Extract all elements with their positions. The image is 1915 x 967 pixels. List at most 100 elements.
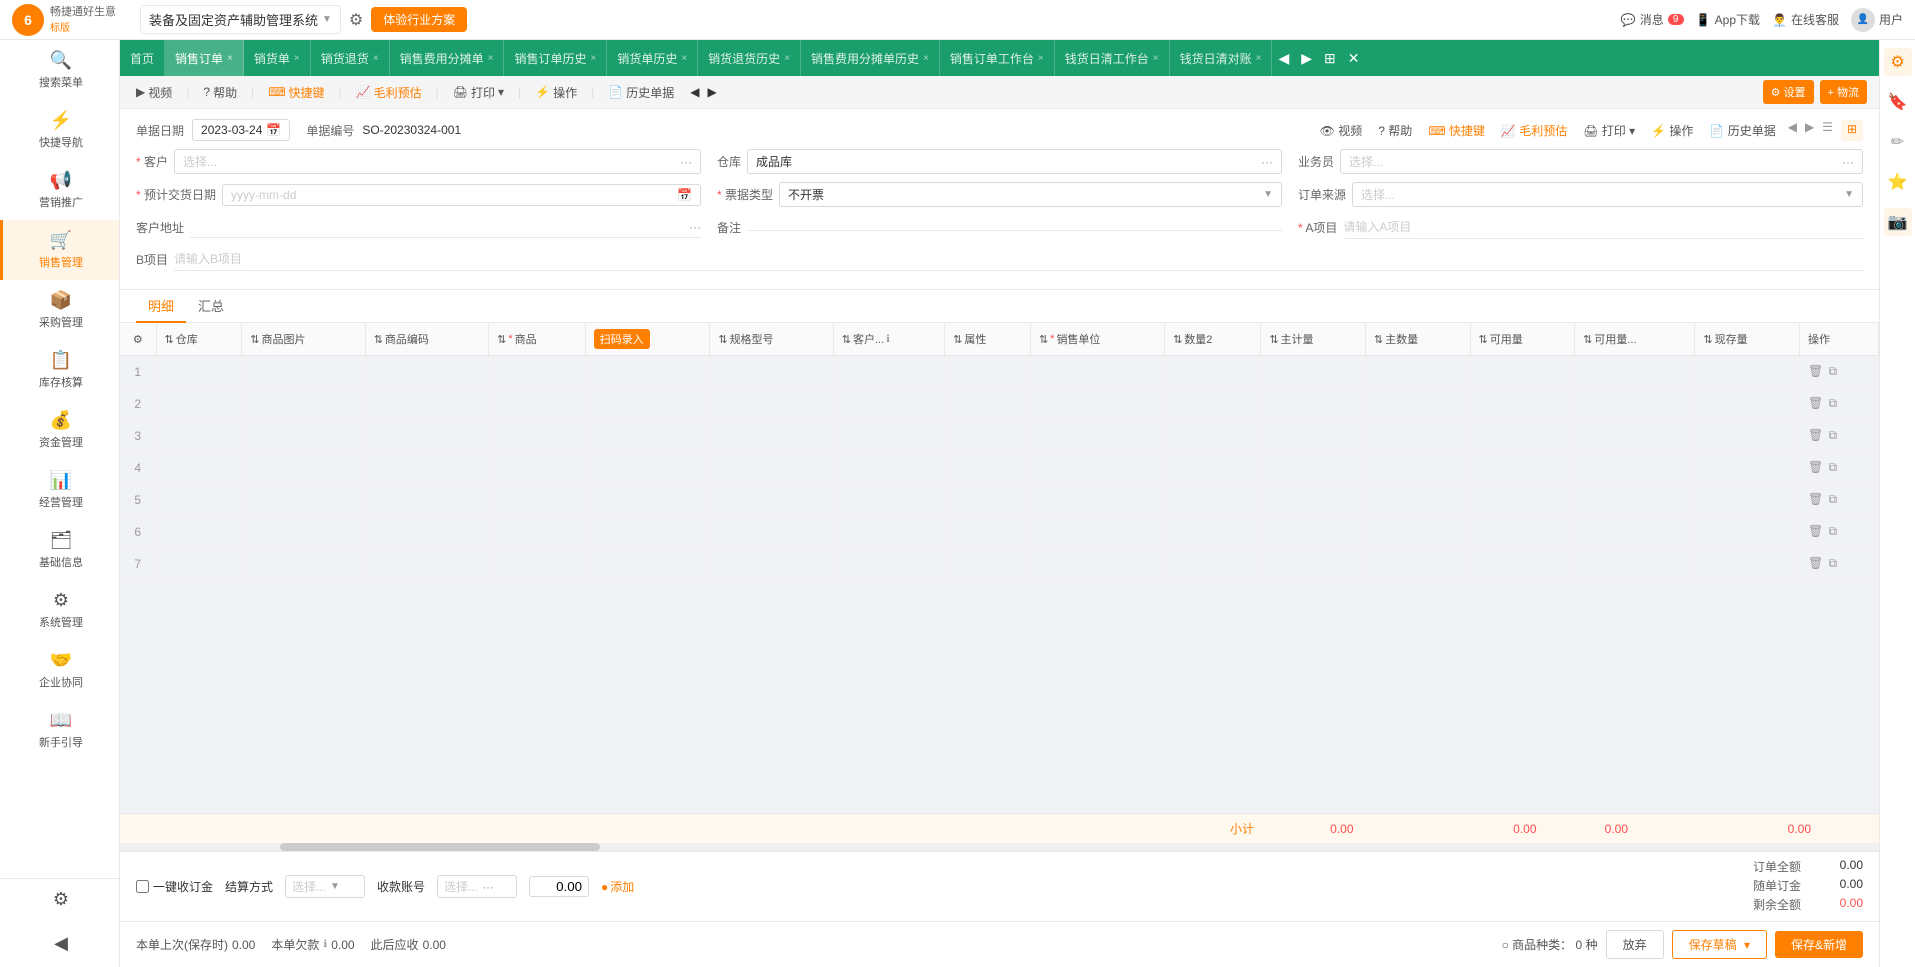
online-service-btn[interactable]: 👨‍💼 在线客服	[1772, 11, 1839, 28]
tab-close-icon[interactable]: ×	[590, 53, 596, 64]
row-product-2[interactable]	[489, 388, 586, 420]
delete-row-icon[interactable]: 🗑	[1808, 460, 1823, 474]
hist-icon-btn[interactable]: 📄 历史单据	[1705, 120, 1779, 141]
settings-icon[interactable]: ⚙	[349, 10, 363, 30]
row-mainqty-3[interactable]	[1365, 420, 1470, 452]
row-custcode-5[interactable]	[833, 484, 944, 516]
sidebar-item-inventory[interactable]: 📋 库存核算	[0, 340, 119, 400]
sidebar-item-quick-nav[interactable]: ⚡ 快捷导航	[0, 100, 119, 160]
shortcut-btn[interactable]: ⌨ 快捷键	[264, 82, 328, 103]
tab-cash-workbench[interactable]: 钱货日清工作台 ×	[1055, 40, 1170, 76]
view-btn[interactable]: ▶ 视频	[132, 82, 176, 103]
row-code-3[interactable]	[365, 420, 488, 452]
row-mainqty-6[interactable]	[1365, 516, 1470, 548]
settings-floating-btn[interactable]: ⚙ 设置	[1763, 80, 1814, 104]
row-custcode-6[interactable]	[833, 516, 944, 548]
row-product-1[interactable]	[489, 356, 586, 388]
address-input[interactable]: ···	[190, 217, 701, 238]
sidebar-item-marketing[interactable]: 📢 营销推广	[0, 160, 119, 220]
draft-btn[interactable]: 保存草稿 ▾	[1672, 930, 1767, 959]
copy-row-icon[interactable]: ⧉	[1829, 492, 1838, 506]
date-input-wrapper[interactable]: 2023-03-24 📅	[192, 119, 290, 141]
row-code-2[interactable]	[365, 388, 488, 420]
tab-close-icon[interactable]: ×	[227, 53, 233, 64]
discard-btn[interactable]: 放弃	[1606, 930, 1664, 959]
row-spec-4[interactable]	[710, 452, 833, 484]
profit-preview-btn[interactable]: 📈 毛利预估	[352, 82, 426, 103]
row-warehouse-2[interactable]	[156, 388, 242, 420]
row-custcode-7[interactable]	[833, 548, 944, 580]
tab-close-icon[interactable]: ×	[488, 53, 494, 64]
row-attr-3[interactable]	[945, 420, 1031, 452]
row-warehouse-4[interactable]	[156, 452, 242, 484]
row-unit-2[interactable]	[1030, 388, 1164, 420]
delete-row-icon[interactable]: 🗑	[1808, 364, 1823, 378]
tab-close-icon[interactable]: ×	[923, 53, 929, 64]
row-qty2-2[interactable]	[1165, 388, 1261, 420]
order-source-select[interactable]: 选择... ▼	[1352, 182, 1863, 207]
help-icon-btn[interactable]: ? 帮助	[1374, 120, 1416, 141]
tab-order-workbench[interactable]: 销售订单工作台 ×	[940, 40, 1055, 76]
row-qty2-5[interactable]	[1165, 484, 1261, 516]
tab-return-history[interactable]: 销货单历史 ×	[607, 40, 698, 76]
nav-next-btn[interactable]: ▶	[707, 85, 716, 99]
row-mainqty-7[interactable]	[1365, 548, 1470, 580]
delete-row-icon[interactable]: 🗑	[1808, 524, 1823, 538]
row-spec-6[interactable]	[710, 516, 833, 548]
customer-input[interactable]: 选择... ···	[174, 149, 701, 174]
row-mainqty-2[interactable]	[1365, 388, 1470, 420]
add-material-btn[interactable]: + 物流	[1820, 80, 1867, 104]
row-qty2-6[interactable]	[1165, 516, 1261, 548]
warehouse-input[interactable]: 成品库 ···	[747, 149, 1282, 174]
row-custcode-4[interactable]	[833, 452, 944, 484]
view-icon-btn[interactable]: 👁 视频	[1316, 120, 1367, 141]
row-code-7[interactable]	[365, 548, 488, 580]
row-mainqty-4[interactable]	[1365, 452, 1470, 484]
staff-input[interactable]: 选择... ···	[1340, 149, 1863, 174]
industry-btn[interactable]: 体验行业方案	[371, 7, 467, 32]
delivery-date-input[interactable]: yyyy-mm-dd 📅	[222, 184, 701, 206]
row-spec-1[interactable]	[710, 356, 833, 388]
sidebar-item-system[interactable]: ⚙ 系统管理	[0, 580, 119, 640]
copy-row-icon[interactable]: ⧉	[1829, 396, 1838, 410]
print-btn[interactable]: 🖨 打印 ▾	[449, 82, 508, 103]
row-warehouse-6[interactable]	[156, 516, 242, 548]
row-attr-6[interactable]	[945, 516, 1031, 548]
shortcut-icon-btn[interactable]: ⌨ 快捷键	[1424, 120, 1489, 141]
sidebar-item-basic[interactable]: 🗂 基础信息	[0, 520, 119, 580]
sidebar-item-guide[interactable]: 📖 新手引导	[0, 700, 119, 760]
sidebar-settings-btn[interactable]: ⚙	[0, 879, 119, 923]
right-panel-edit-icon[interactable]: ✏	[1884, 128, 1912, 156]
row-mainqty-5[interactable]	[1365, 484, 1470, 516]
sidebar-item-purchase[interactable]: 📦 采购管理	[0, 280, 119, 340]
row-code-4[interactable]	[365, 452, 488, 484]
row-unit-7[interactable]	[1030, 548, 1164, 580]
delete-row-icon[interactable]: 🗑	[1808, 428, 1823, 442]
scroll-bar-area[interactable]	[120, 843, 1879, 851]
row-mainqty-1[interactable]	[1365, 356, 1470, 388]
row-qty2-7[interactable]	[1165, 548, 1261, 580]
row-warehouse-5[interactable]	[156, 484, 242, 516]
right-panel-star-icon[interactable]: ⭐	[1884, 168, 1912, 196]
print-icon-btn[interactable]: 🖨 打印 ▾	[1579, 120, 1639, 141]
tab-close-icon[interactable]: ×	[294, 53, 300, 64]
row-product-5[interactable]	[489, 484, 586, 516]
scan-btn[interactable]: 扫码录入	[594, 329, 650, 349]
profit-icon-btn[interactable]: 📈 毛利预估	[1497, 120, 1571, 141]
remark-input[interactable]	[747, 224, 1282, 231]
row-spec-3[interactable]	[710, 420, 833, 452]
account-select[interactable]: 选择... ···	[437, 875, 517, 898]
right-panel-bookmark-icon[interactable]: 🔖	[1884, 88, 1912, 116]
delete-row-icon[interactable]: 🗑	[1808, 396, 1823, 410]
scroll-thumb[interactable]	[280, 843, 600, 851]
row-qty2-1[interactable]	[1165, 356, 1261, 388]
tab-detail[interactable]: 明细	[136, 290, 186, 323]
tab-cash-verify[interactable]: 钱货日清对账 ×	[1170, 40, 1273, 76]
right-panel-camera-icon[interactable]: 📷	[1884, 208, 1912, 236]
tab-home[interactable]: 首页	[120, 40, 165, 76]
sidebar-collapse-btn[interactable]: ◀	[0, 923, 119, 967]
row-attr-2[interactable]	[945, 388, 1031, 420]
tab-summary[interactable]: 汇总	[186, 290, 236, 323]
copy-row-icon[interactable]: ⧉	[1829, 364, 1838, 378]
a-project-input[interactable]: 请输入A项目	[1343, 215, 1863, 239]
